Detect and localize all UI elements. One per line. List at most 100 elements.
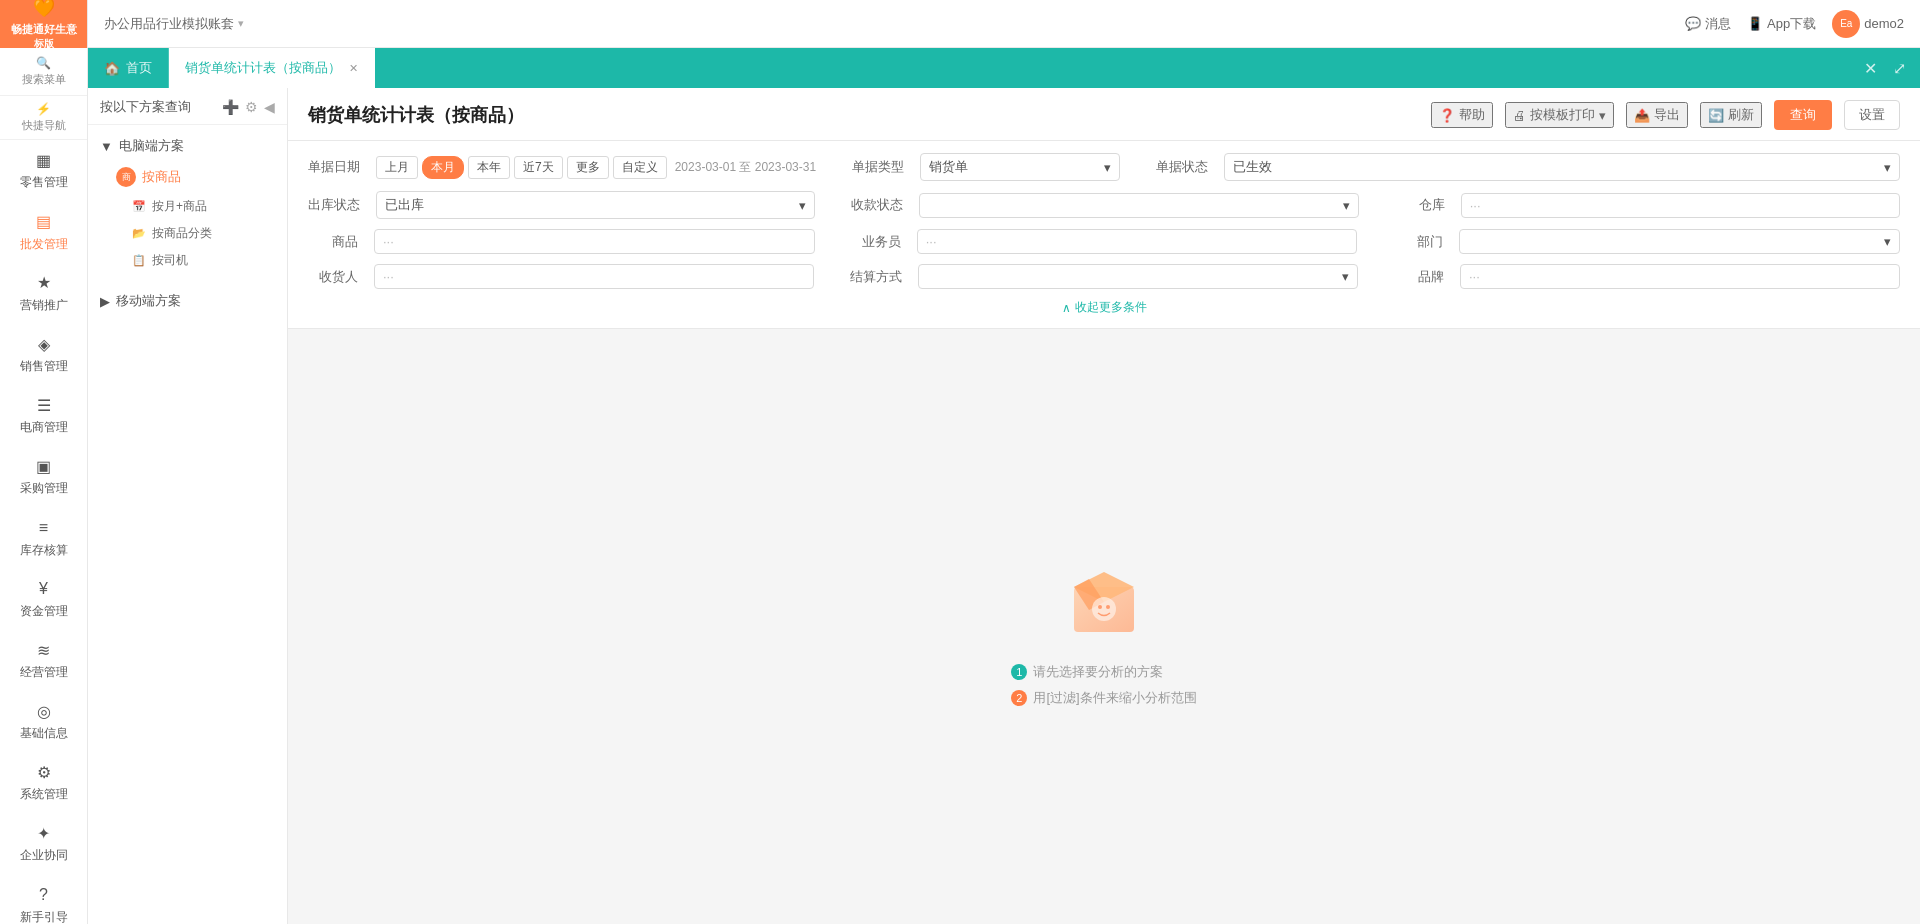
tree-desktop-header[interactable]: ▼ 电脑端方案 bbox=[88, 131, 287, 161]
storage-input[interactable]: ··· bbox=[1461, 193, 1900, 218]
order-type-value: 销货单 bbox=[929, 158, 968, 176]
help-button[interactable]: ❓ 帮助 bbox=[1431, 102, 1493, 128]
help-icon: ❓ bbox=[1439, 108, 1455, 123]
refresh-button[interactable]: 🔄 刷新 bbox=[1700, 102, 1762, 128]
page-header: 销货单统计计表（按商品） ❓ 帮助 🖨 按模板打印 ▾ 📤 导出 bbox=[288, 88, 1920, 141]
brand-input[interactable]: ··· bbox=[1460, 264, 1900, 289]
collapse-filters-button[interactable]: ∧ 收起更多条件 bbox=[308, 299, 1900, 316]
collapse-panel-button[interactable]: ◀ bbox=[264, 99, 275, 115]
tabbar: 🏠 首页 销货单统计计表（按商品） ✕ ✕ ⤢ bbox=[88, 48, 1920, 88]
tree-item-by-driver[interactable]: 📋 按司机 bbox=[88, 247, 287, 274]
sidebar-item-enterprise[interactable]: ✦ 企业协同 bbox=[0, 813, 87, 874]
tab-maximize-icon[interactable]: ⤢ bbox=[1887, 57, 1912, 80]
username-label: demo2 bbox=[1864, 16, 1904, 31]
filter-row-2: 出库状态 已出库 收款状态 仓库 ··· bbox=[308, 191, 1900, 219]
staff-label: 业务员 bbox=[851, 233, 901, 251]
page-header-actions: ❓ 帮助 🖨 按模板打印 ▾ 📤 导出 🔄 刷新 bbox=[1431, 100, 1900, 130]
user-profile-button[interactable]: Ea demo2 bbox=[1832, 10, 1904, 38]
warehouse-label: 出库状态 bbox=[308, 196, 360, 214]
tab-home[interactable]: 🏠 首页 bbox=[88, 48, 169, 88]
svg-point-3 bbox=[1092, 597, 1116, 621]
basic-icon: ◎ bbox=[37, 701, 51, 723]
print-icon: 🖨 bbox=[1513, 108, 1526, 123]
sidebar-item-operation[interactable]: ≋ 经营管理 bbox=[0, 630, 87, 691]
storage-dots: ··· bbox=[1470, 198, 1481, 213]
quick-nav[interactable]: ⚡ 快捷导航 bbox=[0, 96, 87, 140]
logo-text: 畅捷通好生意标版 bbox=[11, 22, 77, 51]
empty-state: 1 请先选择要分析的方案 2 用[过滤]条件来缩小分析范围 bbox=[288, 329, 1920, 924]
sidebar-item-system[interactable]: ⚙ 系统管理 bbox=[0, 752, 87, 813]
tip-text-2: 用[过滤]条件来缩小分析范围 bbox=[1033, 689, 1196, 707]
goods-input[interactable]: ··· bbox=[374, 229, 815, 254]
sidebar-item-guide[interactable]: ? 新手引导 bbox=[0, 874, 87, 924]
scheme-label-category: 按商品分类 bbox=[152, 225, 212, 242]
storage-label: 仓库 bbox=[1395, 196, 1445, 214]
date-btn-more[interactable]: 更多 bbox=[567, 156, 609, 179]
empty-tips: 1 请先选择要分析的方案 2 用[过滤]条件来缩小分析范围 bbox=[1011, 663, 1196, 707]
receiver-input[interactable]: ··· bbox=[374, 264, 814, 289]
date-btn-last-month[interactable]: 上月 bbox=[376, 156, 418, 179]
tab-sales-label: 销货单统计计表（按商品） bbox=[185, 59, 341, 77]
sidebar-item-retail[interactable]: ▦ 零售管理 bbox=[0, 140, 87, 201]
settings-button[interactable]: 设置 bbox=[1844, 100, 1900, 130]
sidebar-item-marketing[interactable]: ★ 营销推广 bbox=[0, 262, 87, 323]
purchase-icon: ▣ bbox=[36, 456, 51, 478]
date-range-control: 上月 本月 本年 近7天 更多 bbox=[376, 156, 816, 179]
sidebar-item-finance[interactable]: ¥ 资金管理 bbox=[0, 568, 87, 629]
date-btn-last-7days[interactable]: 近7天 bbox=[514, 156, 563, 179]
staff-input[interactable]: ··· bbox=[917, 229, 1358, 254]
scheme-label-goods: 按商品 bbox=[142, 168, 181, 186]
app-download-button[interactable]: 📱 App下载 bbox=[1747, 15, 1816, 33]
date-btn-this-year[interactable]: 本年 bbox=[468, 156, 510, 179]
tab-close-icon[interactable]: ✕ bbox=[349, 62, 358, 75]
sidebar-item-purchase[interactable]: ▣ 采购管理 bbox=[0, 446, 87, 507]
tree-item-by-goods[interactable]: 商 按商品 bbox=[88, 161, 287, 193]
sidebar: 🧡 畅捷通好生意标版 🔍 搜索菜单 ⚡ 快捷导航 ▦ 零售管理 ▤ 批发管理 ★… bbox=[0, 0, 88, 924]
order-status-select[interactable]: 已生效 bbox=[1224, 153, 1900, 181]
sidebar-item-sales[interactable]: ◈ 销售管理 bbox=[0, 324, 87, 385]
order-type-select[interactable]: 销货单 bbox=[920, 153, 1120, 181]
sidebar-item-basic[interactable]: ◎ 基础信息 bbox=[0, 691, 87, 752]
industry-chevron-icon: ▾ bbox=[238, 17, 244, 30]
topbar: 办公用品行业模拟账套 ▾ 💬 消息 📱 App下载 Ea demo2 bbox=[88, 0, 1920, 48]
payment-chevron-icon bbox=[1343, 198, 1350, 213]
receiver-label: 收货人 bbox=[308, 268, 358, 286]
tree-item-by-category[interactable]: 📂 按商品分类 bbox=[88, 220, 287, 247]
warehouse-select[interactable]: 已出库 bbox=[376, 191, 815, 219]
template-print-button[interactable]: 🖨 按模板打印 ▾ bbox=[1505, 102, 1614, 128]
tip-text-1: 请先选择要分析的方案 bbox=[1033, 663, 1163, 681]
empty-illustration bbox=[1054, 547, 1154, 647]
date-btn-custom[interactable]: 自定义 bbox=[613, 156, 667, 179]
sidebar-label-basic: 基础信息 bbox=[20, 725, 68, 742]
sidebar-label-ecommerce: 电商管理 bbox=[20, 419, 68, 436]
dept-select[interactable] bbox=[1459, 229, 1900, 254]
tree-item-by-month-goods[interactable]: 📅 按月+商品 bbox=[88, 193, 287, 220]
payment-method-select[interactable] bbox=[918, 264, 1358, 289]
dept-chevron-icon bbox=[1884, 234, 1891, 249]
warehouse-value: 已出库 bbox=[385, 196, 424, 214]
search-menu[interactable]: 🔍 搜索菜单 bbox=[0, 48, 87, 96]
left-panel-actions: ➕ ⚙ ◀ bbox=[222, 99, 275, 115]
sub-icon-month: 📅 bbox=[132, 200, 146, 213]
quick-nav-label: 快捷导航 bbox=[0, 118, 87, 133]
add-scheme-button[interactable]: ➕ bbox=[222, 99, 239, 115]
tab-close-window-icon[interactable]: ✕ bbox=[1858, 57, 1883, 80]
message-button[interactable]: 💬 消息 bbox=[1685, 15, 1731, 33]
sidebar-item-wholesale[interactable]: ▤ 批发管理 bbox=[0, 201, 87, 262]
tree-mobile-header[interactable]: ▶ 移动端方案 bbox=[88, 286, 287, 316]
filter-row-1: 单据日期 上月 本月 本年 近7天 bbox=[308, 153, 1900, 181]
sidebar-label-purchase: 采购管理 bbox=[20, 480, 68, 497]
order-type-chevron-icon bbox=[1104, 160, 1111, 175]
export-button[interactable]: 📤 导出 bbox=[1626, 102, 1688, 128]
sidebar-label-marketing: 营销推广 bbox=[20, 297, 68, 314]
tab-sales-stat[interactable]: 销货单统计计表（按商品） ✕ bbox=[169, 48, 375, 88]
sidebar-item-inventory[interactable]: ≡ 库存核算 bbox=[0, 507, 87, 568]
sidebar-item-ecommerce[interactable]: ☰ 电商管理 bbox=[0, 385, 87, 446]
payment-select[interactable] bbox=[919, 193, 1358, 218]
settings-scheme-button[interactable]: ⚙ bbox=[245, 99, 258, 115]
sidebar-label-wholesale: 批发管理 bbox=[20, 236, 68, 253]
date-btn-this-month[interactable]: 本月 bbox=[422, 156, 464, 179]
query-button[interactable]: 查询 bbox=[1774, 100, 1832, 130]
date-label: 单据日期 bbox=[308, 158, 360, 176]
search-menu-label: 搜索菜单 bbox=[0, 72, 87, 87]
